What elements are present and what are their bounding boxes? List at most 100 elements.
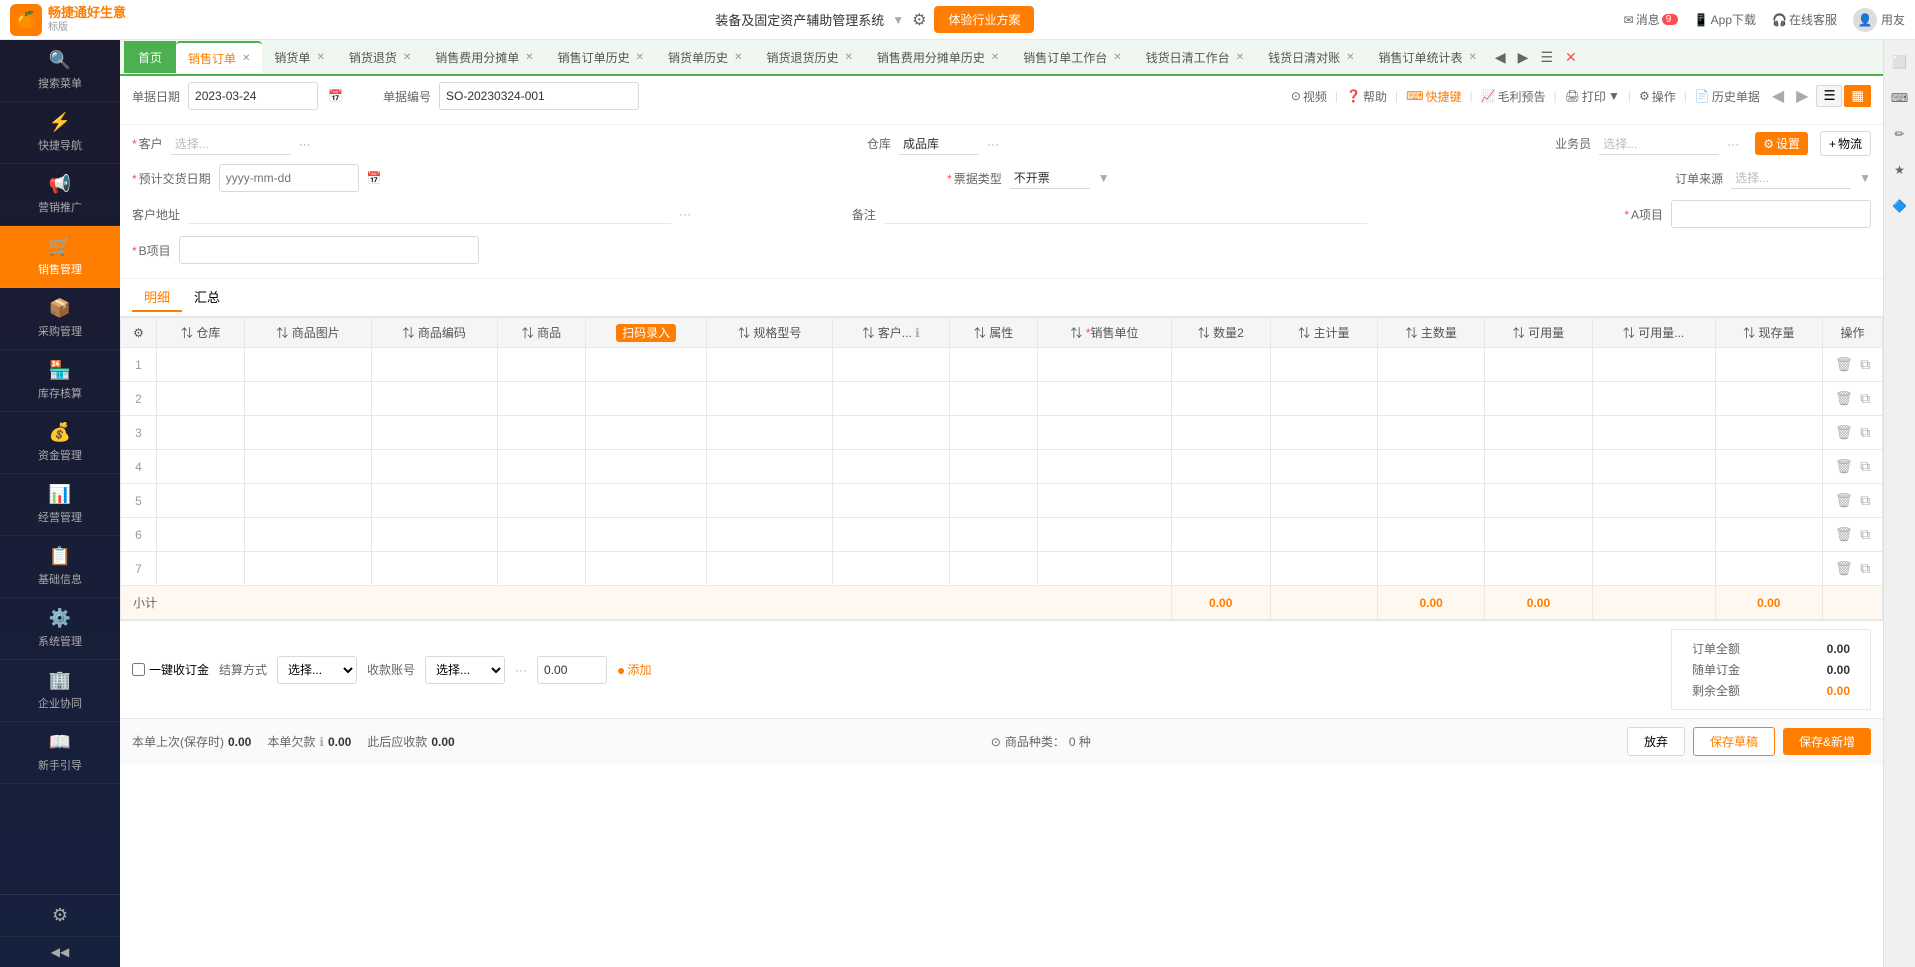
sort-mainqty-icon[interactable]: ⇅ [1405, 326, 1417, 340]
row-4-stock[interactable] [1715, 450, 1822, 484]
tab-close-order-history[interactable]: ✕ [636, 52, 644, 63]
goods-search-icon[interactable]: ⊙ [991, 735, 1001, 749]
sort-code-icon[interactable]: ⇅ [403, 326, 415, 340]
row-5-copy-btn[interactable]: ⧉ [1858, 492, 1872, 509]
sort-img-icon[interactable]: ⇅ [276, 326, 288, 340]
row-1-custorder[interactable] [833, 348, 950, 382]
row-3-attr[interactable] [949, 416, 1037, 450]
sidebar-item-system[interactable]: ⚙️ 系统管理 [0, 598, 120, 660]
row-1-mainqty[interactable] [1378, 348, 1485, 382]
sidebar-item-basic[interactable]: 📋 基础信息 [0, 536, 120, 598]
row-2-attr[interactable] [949, 382, 1037, 416]
right-panel-btn-1[interactable]: ⬜ [1886, 48, 1914, 76]
tab-summary[interactable]: 汇总 [182, 283, 232, 312]
row-6-copy-btn[interactable]: ⧉ [1858, 526, 1872, 543]
tab-close-all[interactable]: ✕ [1559, 49, 1583, 66]
row-4-scan[interactable] [586, 450, 707, 484]
row-5-code[interactable] [371, 484, 497, 518]
help-btn2[interactable]: ❓ 帮助 [1342, 86, 1391, 107]
calendar-icon[interactable]: 📅 [328, 89, 343, 103]
ops-btn2[interactable]: ⚙ 操作 [1635, 86, 1680, 107]
row-6-delete-btn[interactable]: 🗑 [1833, 526, 1855, 543]
row-5-avail[interactable] [1485, 484, 1592, 518]
delivery-calendar-icon[interactable]: 📅 [367, 171, 382, 185]
sidebar-item-marketing[interactable]: 📢 营销推广 [0, 164, 120, 226]
row-7-warehouse[interactable] [157, 552, 245, 586]
order-source-input[interactable]: 选择... [1731, 167, 1851, 189]
row-6-product[interactable] [497, 518, 585, 552]
row-6-qty2[interactable] [1171, 518, 1270, 552]
amount-input[interactable] [537, 656, 607, 684]
discard-button[interactable]: 放弃 [1627, 727, 1685, 756]
order-source-dropdown[interactable]: ▼ [1859, 171, 1871, 185]
prev-btn2[interactable]: ◀ [1768, 86, 1788, 106]
tab-order-history[interactable]: 销售订单历史 ✕ [546, 41, 656, 73]
tab-close-fee-split[interactable]: ✕ [525, 52, 533, 63]
row-5-warehouse[interactable] [157, 484, 245, 518]
row-7-avail[interactable] [1485, 552, 1592, 586]
row-7-mainqty[interactable] [1378, 552, 1485, 586]
row-4-code[interactable] [371, 450, 497, 484]
dropdown-arrow-icon[interactable]: ▼ [892, 13, 904, 27]
staff-input[interactable]: 选择... [1599, 133, 1719, 155]
sort-spec-icon[interactable]: ⇅ [738, 326, 750, 340]
row-4-qty2[interactable] [1171, 450, 1270, 484]
row-1-stock[interactable] [1715, 348, 1822, 382]
row-7-attr[interactable] [949, 552, 1037, 586]
row-4-product[interactable] [497, 450, 585, 484]
sort-attr-icon[interactable]: ⇅ [974, 326, 986, 340]
row-3-code[interactable] [371, 416, 497, 450]
account-expand-btn[interactable]: ··· [515, 663, 527, 677]
tab-close-order-workbench[interactable]: ✕ [1113, 52, 1121, 63]
tab-close-sales-order[interactable]: ✕ [242, 53, 250, 64]
row-2-mainunit[interactable] [1270, 382, 1377, 416]
save-new-button[interactable]: 保存&新增 [1783, 728, 1871, 755]
row-2-avail2[interactable] [1592, 382, 1715, 416]
row-4-attr[interactable] [949, 450, 1037, 484]
tab-close-return-history[interactable]: ✕ [844, 52, 852, 63]
tab-daily-reconcile[interactable]: 钱货日清对账 ✕ [1256, 41, 1366, 73]
row-7-spec[interactable] [707, 552, 833, 586]
row-3-img[interactable] [245, 416, 371, 450]
row-5-custorder[interactable] [833, 484, 950, 518]
customer-input[interactable]: 选择... [171, 133, 291, 155]
row-5-mainunit[interactable] [1270, 484, 1377, 518]
row-5-unit[interactable] [1038, 484, 1172, 518]
sidebar-settings-btn[interactable]: ⚙ [0, 895, 120, 937]
sort-avail-icon[interactable]: ⇅ [1513, 326, 1525, 340]
invoice-dropdown-icon[interactable]: ▼ [1098, 171, 1110, 185]
row-2-product[interactable] [497, 382, 585, 416]
row-1-img[interactable] [245, 348, 371, 382]
tab-return-history[interactable]: 销货退货历史 ✕ [754, 41, 864, 73]
sidebar-item-inventory[interactable]: 🏪 库存核算 [0, 350, 120, 412]
row-2-delete-btn[interactable]: 🗑 [1833, 390, 1855, 407]
sidebar-item-purchase[interactable]: 📦 采购管理 [0, 288, 120, 350]
tab-order-workbench[interactable]: 销售订单工作台 ✕ [1011, 41, 1133, 73]
logistics-btn-right[interactable]: +物流 [1820, 131, 1871, 156]
row-1-scan[interactable] [586, 348, 707, 382]
payment-method-select[interactable]: 选择... [277, 656, 357, 684]
tab-close-sales-return[interactable]: ✕ [403, 52, 411, 63]
row-3-avail2[interactable] [1592, 416, 1715, 450]
row-2-mainqty[interactable] [1378, 382, 1485, 416]
row-5-product[interactable] [497, 484, 585, 518]
row-1-attr[interactable] [949, 348, 1037, 382]
info-owe-icon[interactable]: ℹ [319, 735, 324, 749]
row-2-unit[interactable] [1038, 382, 1172, 416]
row-3-stock[interactable] [1715, 416, 1822, 450]
row-4-copy-btn[interactable]: ⧉ [1858, 458, 1872, 475]
row-1-avail2[interactable] [1592, 348, 1715, 382]
add-payment-btn[interactable]: ● 添加 [617, 661, 651, 678]
row-7-product[interactable] [497, 552, 585, 586]
tab-close-sales-invoice[interactable]: ✕ [316, 52, 324, 63]
row-5-img[interactable] [245, 484, 371, 518]
row-5-qty2[interactable] [1171, 484, 1270, 518]
row-4-warehouse[interactable] [157, 450, 245, 484]
row-4-spec[interactable] [707, 450, 833, 484]
row-1-qty2[interactable] [1171, 348, 1270, 382]
row-6-custorder[interactable] [833, 518, 950, 552]
row-5-mainqty[interactable] [1378, 484, 1485, 518]
list-view-btn[interactable]: ☰ [1816, 85, 1842, 107]
row-1-warehouse[interactable] [157, 348, 245, 382]
row-7-img[interactable] [245, 552, 371, 586]
